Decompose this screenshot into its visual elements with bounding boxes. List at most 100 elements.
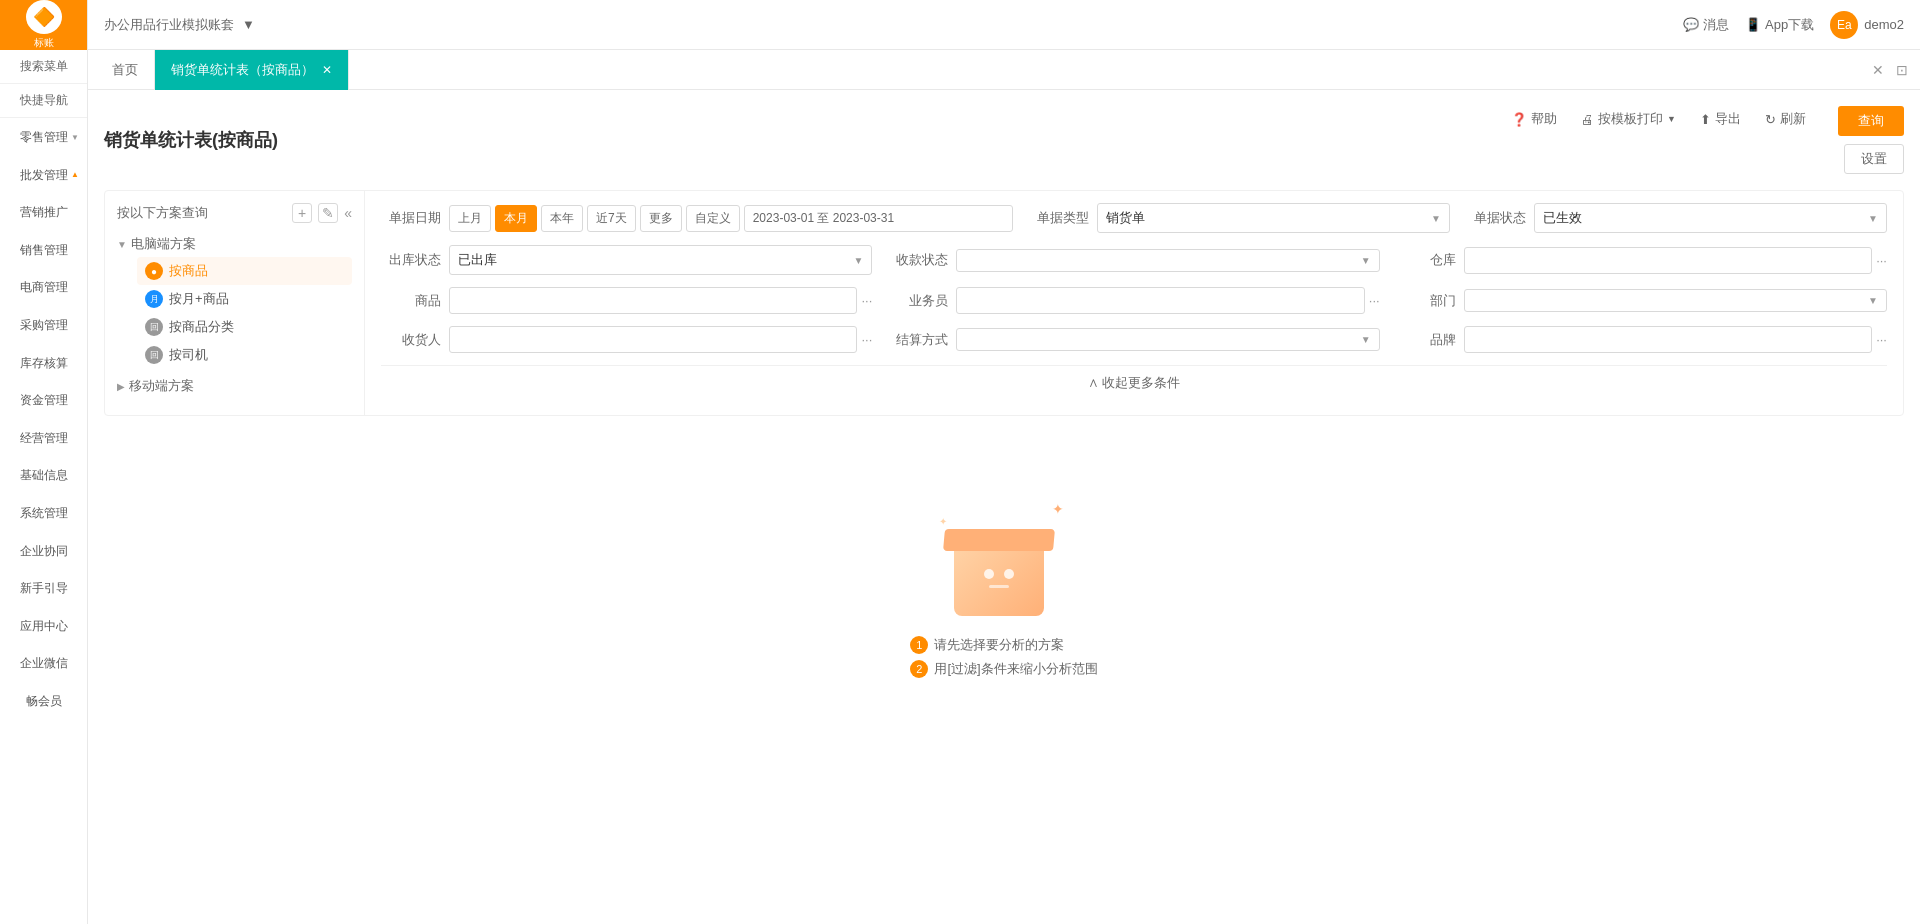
warehouse-dots-btn[interactable]: ··· — [1876, 253, 1887, 268]
message-btn[interactable]: 💬 消息 — [1683, 16, 1729, 34]
window-maximize-btn[interactable]: ⊡ — [1896, 62, 1912, 78]
scheme-item-by-product[interactable]: ● 按商品 — [137, 257, 352, 285]
recipient-input[interactable] — [449, 326, 857, 353]
filter-date-field: 单据日期 上月 本月 本年 近7天 更多 自定义 2023-03-01 至 20… — [381, 205, 1013, 232]
query-button[interactable]: 查询 — [1838, 106, 1904, 136]
tab-home[interactable]: 首页 — [96, 50, 155, 90]
help-label: 帮助 — [1531, 110, 1557, 128]
doc-status-arrow-icon: ▼ — [1868, 213, 1878, 224]
doc-type-label: 单据类型 — [1029, 209, 1089, 227]
tab-close-btn[interactable]: ✕ — [322, 63, 332, 77]
date-prev-month-btn[interactable]: 上月 — [449, 205, 491, 232]
user-name: demo2 — [1864, 17, 1904, 32]
industry-label: 办公用品行业模拟账套 — [104, 16, 234, 34]
warehouse-control: ··· — [1464, 247, 1887, 274]
print-icon: 🖨 — [1581, 112, 1594, 127]
sidebar-item-inventory[interactable]: 库存核算 — [0, 344, 87, 382]
settlement-arrow-icon: ▼ — [1361, 334, 1371, 345]
dept-select[interactable]: ▼ — [1464, 289, 1887, 312]
empty-text: 1 请先选择要分析的方案 2 用[过滤]条件来缩小分析范围 — [910, 636, 1097, 684]
window-close-btn[interactable]: ✕ — [1872, 62, 1888, 78]
top-header: 办公用品行业模拟账套 ▼ 💬 消息 📱 App下载 Ea demo2 — [88, 0, 1920, 50]
brand-input[interactable] — [1464, 326, 1872, 353]
salesperson-control: ··· — [956, 287, 1379, 314]
salesperson-input[interactable] — [956, 287, 1364, 314]
sidebar-item-vip[interactable]: 畅会员 — [0, 682, 87, 720]
export-label: 导出 — [1715, 110, 1741, 128]
salesperson-dots-btn[interactable]: ··· — [1369, 293, 1380, 308]
product-dots-btn[interactable]: ··· — [861, 293, 872, 308]
recipient-label: 收货人 — [381, 331, 441, 349]
empty-tip-2-text: 用[过滤]条件来缩小分析范围 — [934, 660, 1097, 678]
filter-doc-type-field: 单据类型 销货单 ▼ — [1029, 203, 1450, 233]
date-custom-btn[interactable]: 自定义 — [686, 205, 740, 232]
scheme-add-btn[interactable]: + — [292, 203, 312, 223]
date-year-btn[interactable]: 本年 — [541, 205, 583, 232]
page-title: 销货单统计表(按商品) — [104, 128, 278, 152]
refresh-btn[interactable]: ↻ 刷新 — [1757, 106, 1814, 132]
filter-right-panel: 单据日期 上月 本月 本年 近7天 更多 自定义 2023-03-01 至 20… — [365, 191, 1903, 415]
scheme-edit-btn[interactable]: ✎ — [318, 203, 338, 223]
scheme-item-by-product-icon: ● — [145, 262, 163, 280]
scheme-item-by-category[interactable]: 回 按商品分类 — [137, 313, 352, 341]
sidebar-item-app-center[interactable]: 应用中心 — [0, 607, 87, 645]
sidebar-item-system[interactable]: 系统管理 — [0, 494, 87, 532]
sidebar-item-purchase[interactable]: 采购管理 — [0, 306, 87, 344]
empty-tip-1-text: 请先选择要分析的方案 — [934, 636, 1064, 654]
sidebar-quick-nav[interactable]: 快捷导航 — [0, 84, 87, 118]
filter-row-3: 商品 ··· 业务员 ··· — [381, 287, 1887, 314]
export-btn[interactable]: ⬆ 导出 — [1692, 106, 1749, 132]
filter-salesperson-field: 业务员 ··· — [888, 287, 1379, 314]
date-7days-btn[interactable]: 近7天 — [587, 205, 636, 232]
collapse-conditions-btn[interactable]: ∧ 收起更多条件 — [381, 365, 1887, 400]
product-input[interactable] — [449, 287, 857, 314]
doc-type-arrow-icon: ▼ — [1431, 213, 1441, 224]
settings-button[interactable]: 设置 — [1844, 144, 1904, 174]
filter-recipient-field: 收货人 ··· — [381, 326, 872, 353]
user-menu[interactable]: Ea demo2 — [1830, 11, 1904, 39]
recipient-dots-btn[interactable]: ··· — [861, 332, 872, 347]
scheme-item-by-product-icon-symbol: ● — [151, 266, 157, 277]
out-status-select[interactable]: 已出库 ▼ — [449, 245, 872, 275]
sidebar-item-sales[interactable]: 销售管理 — [0, 231, 87, 269]
sidebar-item-enterprise-collab[interactable]: 企业协同 — [0, 532, 87, 570]
scheme-item-by-month-product[interactable]: 月 按月+商品 — [137, 285, 352, 313]
dept-arrow-icon: ▼ — [1868, 295, 1878, 306]
scheme-collapse-btn[interactable]: « — [344, 205, 352, 221]
content-area: 销货单统计表(按商品) ❓ 帮助 🖨 按模板打印 ▼ ⬆ 导出 — [88, 90, 1920, 924]
sidebar-item-ecommerce[interactable]: 电商管理 — [0, 268, 87, 306]
sidebar-item-operations[interactable]: 经营管理 — [0, 419, 87, 457]
sidebar-item-marketing[interactable]: 营销推广 — [0, 193, 87, 231]
avatar: Ea — [1830, 11, 1858, 39]
logo-icon-symbol: 🔶 — [33, 6, 55, 28]
scheme-group-mobile-header[interactable]: ▶ 移动端方案 — [117, 373, 352, 399]
pay-status-select[interactable]: ▼ — [956, 249, 1379, 272]
print-btn[interactable]: 🖨 按模板打印 ▼ — [1573, 106, 1684, 132]
app-logo[interactable]: 🔶 标账 — [0, 0, 87, 50]
industry-selector[interactable]: 办公用品行业模拟账套 ▼ — [104, 16, 255, 34]
industry-dropdown-icon: ▼ — [242, 17, 255, 32]
out-status-arrow-icon: ▼ — [853, 255, 863, 266]
doc-status-select[interactable]: 已生效 ▼ — [1534, 203, 1887, 233]
settlement-select[interactable]: ▼ — [956, 328, 1379, 351]
doc-type-select[interactable]: 销货单 ▼ — [1097, 203, 1450, 233]
scheme-item-by-driver[interactable]: 回 按司机 — [137, 341, 352, 369]
sidebar-item-retail[interactable]: 零售管理 ▼ — [0, 118, 87, 156]
sidebar-item-finance[interactable]: 资金管理 — [0, 381, 87, 419]
sidebar-item-basic-info[interactable]: 基础信息 — [0, 456, 87, 494]
scheme-group-pc-label: 电脑端方案 — [131, 235, 196, 253]
date-cur-month-btn[interactable]: 本月 — [495, 205, 537, 232]
date-more-btn[interactable]: 更多 — [640, 205, 682, 232]
print-dropdown-icon: ▼ — [1667, 114, 1676, 124]
app-download-btn[interactable]: 📱 App下载 — [1745, 16, 1814, 34]
tab-sales-stat[interactable]: 销货单统计表（按商品） ✕ — [155, 50, 349, 90]
sidebar-item-guide[interactable]: 新手引导 — [0, 569, 87, 607]
brand-dots-btn[interactable]: ··· — [1876, 332, 1887, 347]
sidebar-item-enterprise-wechat[interactable]: 企业微信 — [0, 644, 87, 682]
warehouse-input[interactable] — [1464, 247, 1872, 274]
scheme-group-pc-header[interactable]: ▼ 电脑端方案 — [117, 231, 352, 257]
sidebar-search[interactable]: 搜索菜单 — [0, 50, 87, 84]
scheme-item-by-driver-label: 按司机 — [169, 346, 208, 364]
sidebar-item-wholesale[interactable]: 批发管理 — [0, 156, 87, 194]
help-btn[interactable]: ❓ 帮助 — [1503, 106, 1565, 132]
